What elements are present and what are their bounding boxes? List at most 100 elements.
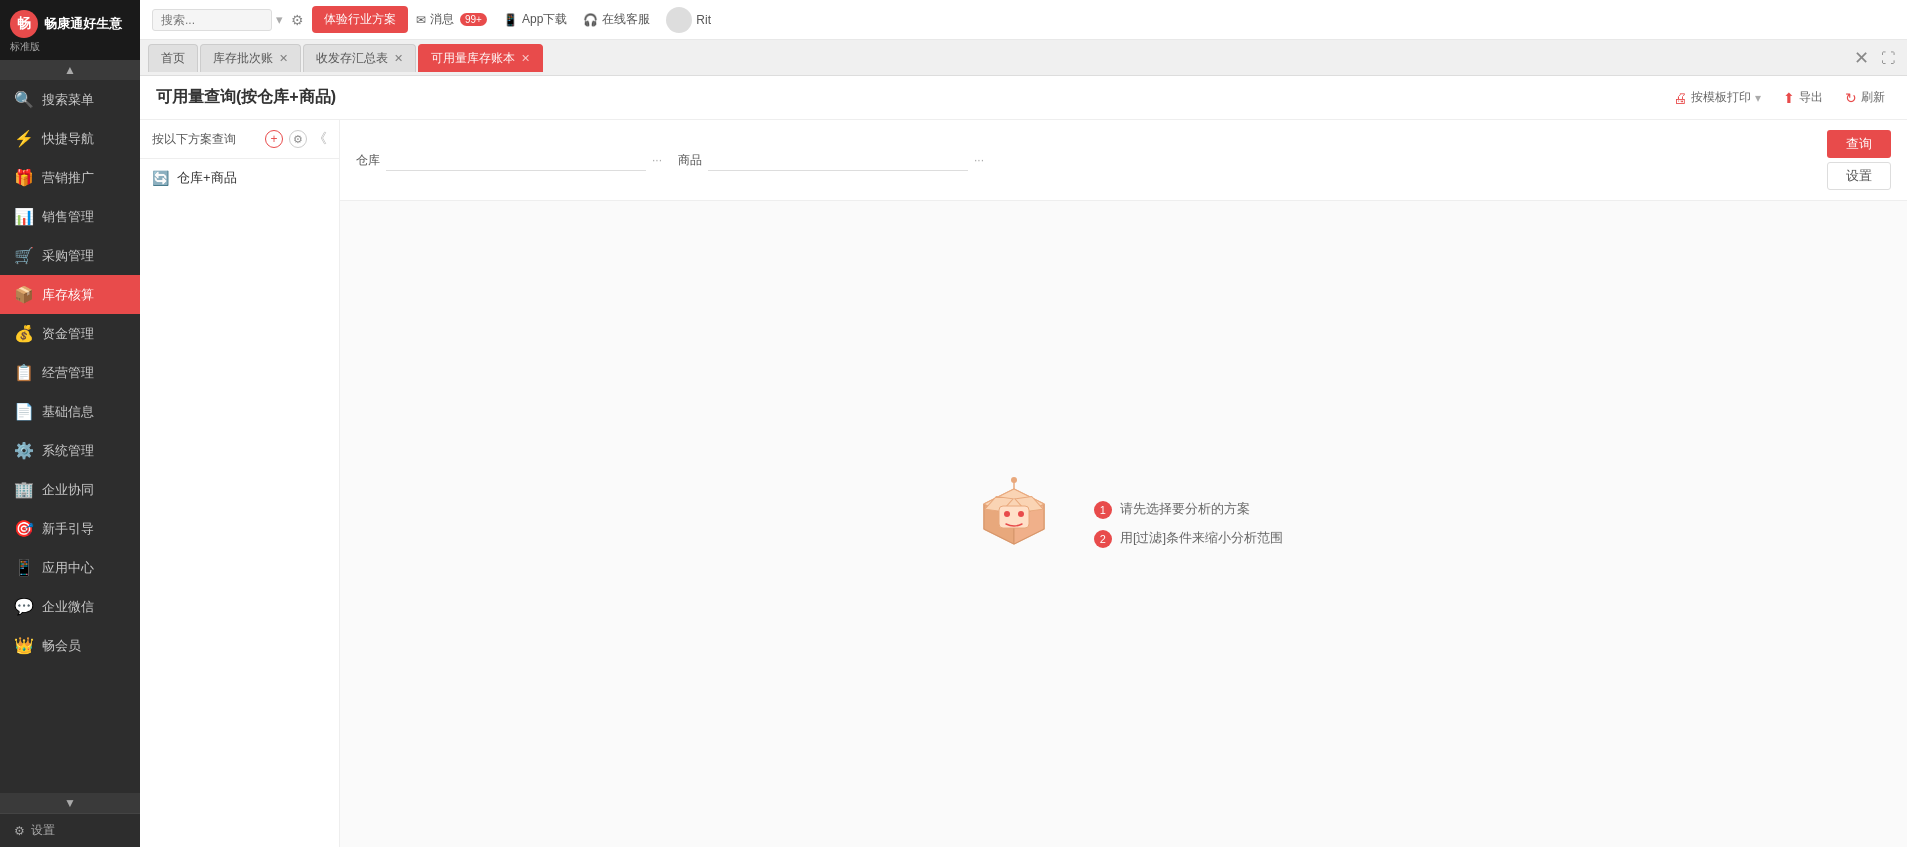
sidebar-item-marketing[interactable]: 🎁 营销推广 [0, 158, 140, 197]
tab-bar-close-button[interactable]: ✕ [1848, 47, 1875, 69]
filter-add-button[interactable]: + [265, 130, 283, 148]
topbar-dropdown-icon[interactable]: ▾ [276, 12, 283, 27]
svg-point-10 [1011, 477, 1017, 483]
filter-panel-header: 按以下方案查询 + ⚙ 《 [140, 120, 339, 159]
query-button[interactable]: 查询 [1827, 130, 1891, 158]
product-input[interactable] [708, 150, 968, 171]
topbar-search-input[interactable] [152, 9, 272, 31]
sidebar-item-label-search: 搜索菜单 [42, 91, 94, 109]
page-actions: 🖨 按模板打印 ▾ ⬆ 导出 ↻ 刷新 [1667, 86, 1891, 109]
sidebar-item-newbie[interactable]: 🎯 新手引导 [0, 509, 140, 548]
sidebar-item-label-newbie: 新手引导 [42, 520, 94, 538]
sales-icon: 📊 [14, 207, 34, 226]
user-avatar-area[interactable]: Rit [666, 7, 711, 33]
topbar-right: ✉ 消息 99+ 📱 App下载 🎧 在线客服 Rit [416, 7, 711, 33]
warehouse-input[interactable] [386, 150, 646, 171]
app-subtitle: 标准版 [10, 40, 40, 54]
sidebar-item-label-operations: 经营管理 [42, 364, 94, 382]
sidebar-item-label-purchase: 采购管理 [42, 247, 94, 265]
tabbar: 首页库存批次账✕收发存汇总表✕可用量库存账本✕✕ ⛶ [140, 40, 1907, 76]
warehouse-label: 仓库 [356, 152, 380, 169]
sidebar-item-label-basicinfo: 基础信息 [42, 403, 94, 421]
sidebar-footer[interactable]: ⚙ 设置 [0, 813, 140, 847]
sidebar-item-funds[interactable]: 💰 资金管理 [0, 314, 140, 353]
sidebar-scroll-down[interactable]: ▼ [0, 793, 140, 813]
enterprise-icon: 🏢 [14, 480, 34, 499]
empty-tip-2-text: 用[过滤]条件来缩小分析范围 [1120, 529, 1283, 547]
refresh-icon: ↻ [1845, 90, 1857, 106]
sidebar-item-inventory[interactable]: 📦 库存核算 [0, 275, 140, 314]
message-badge: 99+ [460, 13, 487, 26]
filter-collapse-button[interactable]: 《 [313, 130, 327, 148]
sidebar-item-shortcut[interactable]: ⚡ 快捷导航 [0, 119, 140, 158]
sidebar: 畅 畅康通好生意 标准版 ▲ 🔍 搜索菜单 ⚡ 快捷导航 🎁 营销推广 📊 销售… [0, 0, 140, 847]
sidebar-item-system[interactable]: ⚙️ 系统管理 [0, 431, 140, 470]
sidebar-header: 畅 畅康通好生意 标准版 [0, 0, 140, 60]
sidebar-item-wechat[interactable]: 💬 企业微信 [0, 587, 140, 626]
sidebar-item-sales[interactable]: 📊 销售管理 [0, 197, 140, 236]
member-icon: 👑 [14, 636, 34, 655]
phone-icon: 📱 [503, 13, 518, 27]
wechat-icon: 💬 [14, 597, 34, 616]
sidebar-item-enterprise[interactable]: 🏢 企业协同 [0, 470, 140, 509]
query-area: 仓库 ··· 商品 ··· 查询 设置 [340, 120, 1907, 847]
print-icon: 🖨 [1673, 90, 1687, 106]
tab-close-batch_account[interactable]: ✕ [279, 52, 288, 65]
tab-bar-expand-button[interactable]: ⛶ [1877, 50, 1899, 66]
tab-home[interactable]: 首页 [148, 44, 198, 72]
message-icon: ✉ [416, 13, 426, 27]
print-dropdown-icon[interactable]: ▾ [1755, 91, 1761, 105]
svg-rect-6 [999, 506, 1029, 528]
funds-icon: 💰 [14, 324, 34, 343]
tab-label-batch_account: 库存批次账 [213, 50, 273, 67]
main-area: ▾ ⚙ 体验行业方案 ✉ 消息 99+ 📱 App下载 🎧 在线客服 Rit [140, 0, 1907, 847]
tab-label-receipt_summary: 收发存汇总表 [316, 50, 388, 67]
tab-close-available_ledger[interactable]: ✕ [521, 52, 530, 65]
app-download-button[interactable]: 📱 App下载 [503, 11, 567, 28]
sidebar-item-member[interactable]: 👑 畅会员 [0, 626, 140, 665]
query-bar: 仓库 ··· 商品 ··· 查询 设置 [340, 120, 1907, 201]
tab-available_ledger[interactable]: 可用量库存账本✕ [418, 44, 543, 72]
refresh-button[interactable]: ↻ 刷新 [1839, 86, 1891, 109]
empty-tip-1: 1 请先选择要分析的方案 [1094, 500, 1283, 519]
filter-panel-actions: + ⚙ 《 [265, 130, 327, 148]
app-title: 畅康通好生意 [44, 16, 122, 33]
warehouse-more-icon[interactable]: ··· [652, 153, 662, 167]
empty-tips: 1 请先选择要分析的方案 2 用[过滤]条件来缩小分析范围 [1094, 500, 1283, 548]
topbar: ▾ ⚙ 体验行业方案 ✉ 消息 99+ 📱 App下载 🎧 在线客服 Rit [140, 0, 1907, 40]
industry-solution-button[interactable]: 体验行业方案 [312, 6, 408, 33]
export-button[interactable]: ⬆ 导出 [1777, 86, 1829, 109]
purchase-icon: 🛒 [14, 246, 34, 265]
tab-label-home: 首页 [161, 50, 185, 67]
product-label: 商品 [678, 152, 702, 169]
filter-settings-button[interactable]: ⚙ [289, 130, 307, 148]
inventory-icon: 📦 [14, 285, 34, 304]
app-logo-icon: 畅 [10, 10, 38, 38]
shortcut-icon: ⚡ [14, 129, 34, 148]
topbar-gear-icon[interactable]: ⚙ [291, 12, 304, 28]
sidebar-item-search[interactable]: 🔍 搜索菜单 [0, 80, 140, 119]
sidebar-item-label-system: 系统管理 [42, 442, 94, 460]
filter-panel-title: 按以下方案查询 [152, 131, 236, 148]
sidebar-item-purchase[interactable]: 🛒 采购管理 [0, 236, 140, 275]
customer-service-button[interactable]: 🎧 在线客服 [583, 11, 650, 28]
topbar-search-area: ▾ [152, 9, 283, 31]
query-settings-button[interactable]: 设置 [1827, 162, 1891, 190]
sidebar-item-appcenter[interactable]: 📱 应用中心 [0, 548, 140, 587]
product-field: 商品 ··· [678, 150, 984, 171]
settings-icon: ⚙ [14, 824, 25, 838]
print-template-button[interactable]: 🖨 按模板打印 ▾ [1667, 86, 1767, 109]
marketing-icon: 🎁 [14, 168, 34, 187]
tab-close-receipt_summary[interactable]: ✕ [394, 52, 403, 65]
tab-batch_account[interactable]: 库存批次账 ✕ [200, 44, 301, 72]
query-actions: 查询 设置 [1827, 130, 1891, 190]
avatar [666, 7, 692, 33]
sidebar-scroll-up[interactable]: ▲ [0, 60, 140, 80]
filter-item-warehouse-product[interactable]: 🔄 仓库+商品 [140, 159, 339, 197]
tab-receipt_summary[interactable]: 收发存汇总表 ✕ [303, 44, 416, 72]
product-more-icon[interactable]: ··· [974, 153, 984, 167]
message-button[interactable]: ✉ 消息 99+ [416, 11, 487, 28]
system-icon: ⚙️ [14, 441, 34, 460]
sidebar-item-operations[interactable]: 📋 经营管理 [0, 353, 140, 392]
sidebar-item-basicinfo[interactable]: 📄 基础信息 [0, 392, 140, 431]
